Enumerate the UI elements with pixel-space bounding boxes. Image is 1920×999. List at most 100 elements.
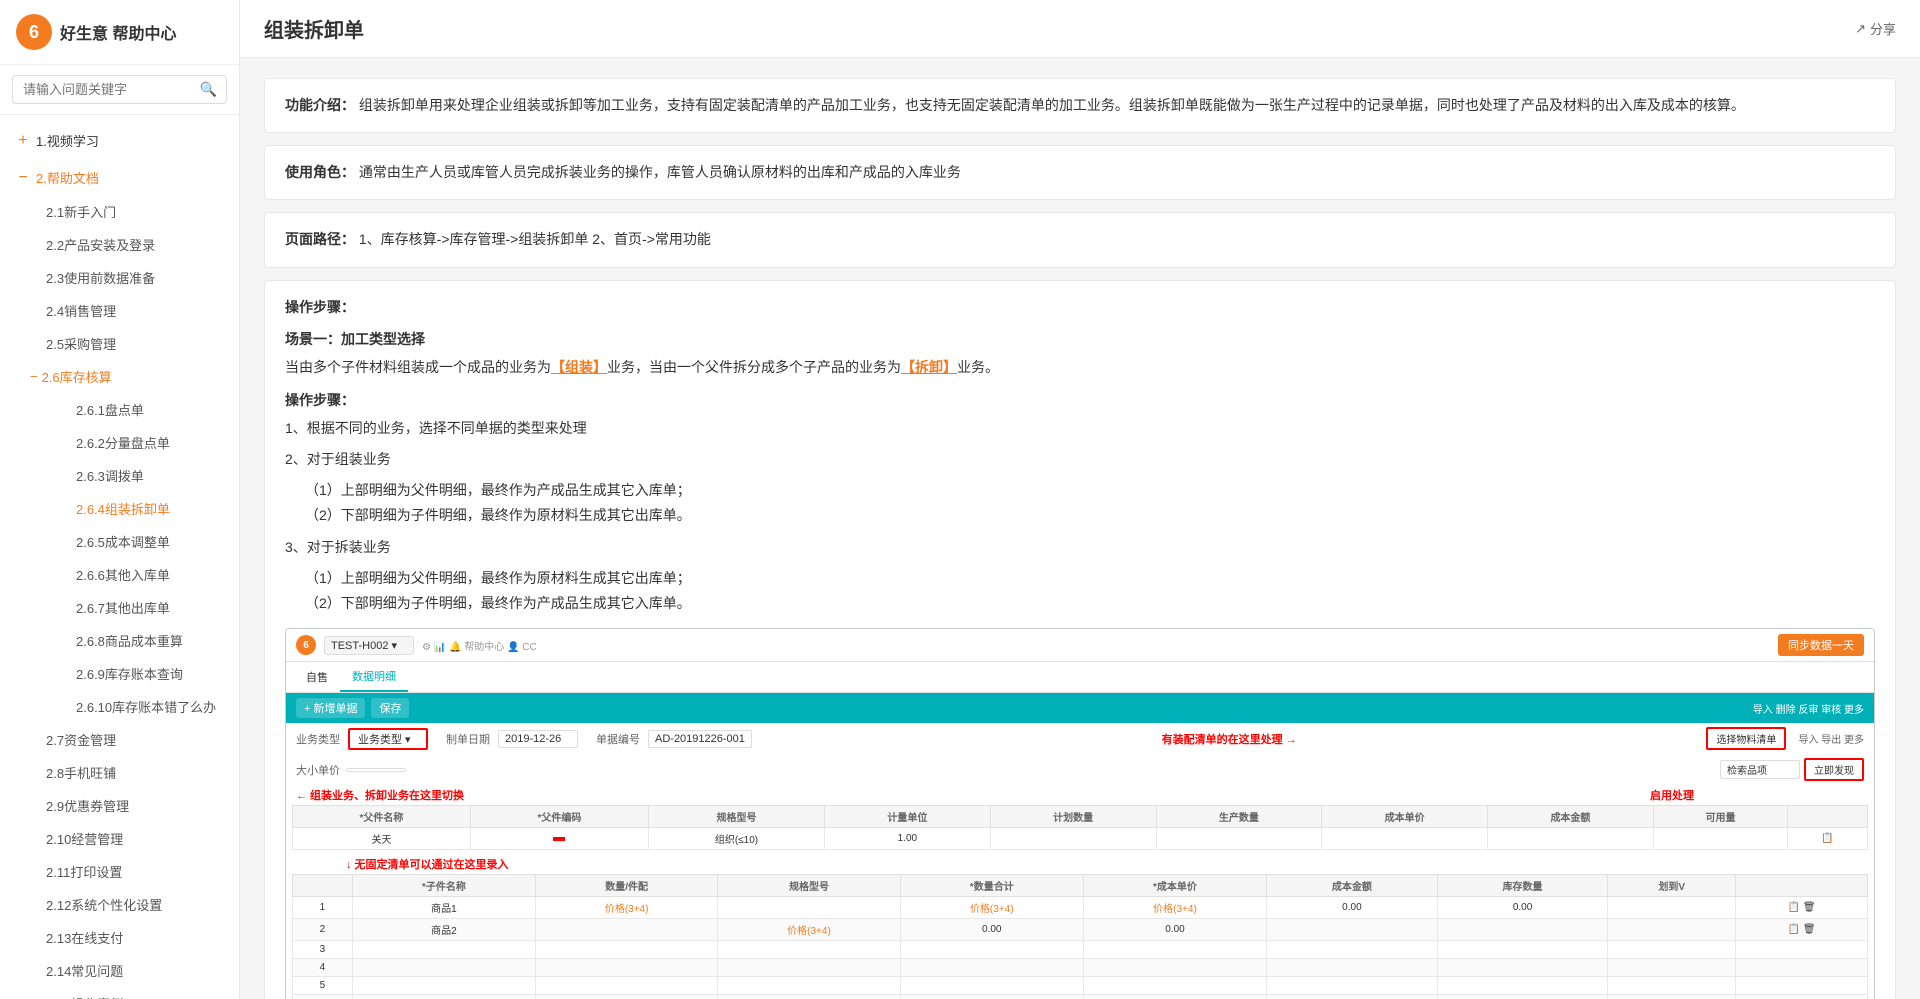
- th-cost-amount: 成本金额: [1488, 806, 1654, 828]
- expand-icon: +: [16, 134, 30, 148]
- sidebar-item-2-11[interactable]: 2.11打印设置: [30, 855, 239, 888]
- th-child-action: [1736, 875, 1868, 897]
- sidebar-item-2-14[interactable]: 2.14常见问题: [30, 954, 239, 987]
- child-table: *子件名称 数量/件配 规格型号 *数量合计 *成本单价 成本金额 库存数量 划…: [292, 874, 1868, 999]
- th-cost-price: 成本单价: [1322, 806, 1488, 828]
- cell-plan-qty: [990, 828, 1156, 850]
- child-table-row: 4: [293, 959, 1868, 977]
- main-area: 组装拆卸单 ↗ 分享 功能介绍： 组装拆卸单用来处理企业组装或拆卸等加工业务，支…: [240, 0, 1920, 999]
- sidebar-item-2-3[interactable]: 2.3使用前数据准备: [30, 261, 239, 294]
- select-bom-btn[interactable]: 选择物料清单: [1706, 727, 1786, 750]
- sidebar-item-2-6-8[interactable]: 2.6.8商品成本重算: [60, 624, 239, 657]
- sidebar-section-video: + 1.视频学习: [0, 123, 239, 158]
- share-icon: ↗: [1855, 21, 1866, 37]
- path-text: 页面路径： 1、库存核算->库存管理->组装拆卸单 2、首页->常用功能: [285, 227, 1875, 252]
- steps-title: 操作步骤：: [285, 297, 1875, 317]
- app-tab-home[interactable]: 自售: [294, 663, 340, 691]
- toolbar-save-btn[interactable]: 保存: [371, 698, 409, 718]
- th-child-name: *子件名称: [352, 875, 535, 897]
- step3: 3、对于拆装业务: [285, 535, 1875, 560]
- annotation-row: ← 组装业务、拆卸业务在这里切换 启用处理: [286, 785, 1874, 805]
- scene1-title: 场景一：加工类型选择: [285, 329, 1875, 349]
- step3-2: （2）下部明细为子件明细，最终作为产成品生成其它入库单。: [305, 591, 1875, 616]
- th-stock-qty: 库存数量: [1437, 875, 1608, 897]
- sidebar-item-2-13[interactable]: 2.13在线支付: [30, 921, 239, 954]
- sidebar-item-2-6-6[interactable]: 2.6.6其他入库单: [60, 558, 239, 591]
- cell-cost-price: [1322, 828, 1488, 850]
- sidebar-item-2-6-9[interactable]: 2.6.9库存账本查询: [60, 657, 239, 690]
- sidebar-search-area[interactable]: 🔍: [0, 65, 239, 115]
- sidebar-item-2-6[interactable]: 2.6库存核算: [42, 367, 112, 386]
- roles-card: 使用角色： 通常由生产人员或库管人员完成拆装业务的操作，库管人员确认原材料的出库…: [264, 145, 1896, 200]
- th-parent-code: *父件编码: [470, 806, 648, 828]
- sidebar-sub-2-6: 2.6.1盘点单 2.6.2分量盘点单 2.6.3调拨单 2.6.4组装拆卸单 …: [30, 393, 239, 723]
- sidebar-item-docs[interactable]: − 2.帮助文档: [0, 160, 239, 195]
- sidebar-item-2-8[interactable]: 2.8手机旺铺: [30, 756, 239, 789]
- steps-section: 操作步骤： 场景一：加工类型选择 当由多个子件材料组装成一个成品的业务为【组装】…: [264, 280, 1896, 999]
- th-avail: 可用量: [1653, 806, 1787, 828]
- parent-table-area: *父件名称 *父件编码 规格型号 计量单位 计划数量 生产数量 成本单价 成本金…: [286, 805, 1874, 854]
- sidebar-item-2-6-2[interactable]: 2.6.2分量盘点单: [60, 426, 239, 459]
- sidebar-item-2-10[interactable]: 2.10经营管理: [30, 822, 239, 855]
- sidebar-item-2-6-5[interactable]: 2.6.5成本调整单: [60, 525, 239, 558]
- sidebar-item-2-4[interactable]: 2.4销售管理: [30, 294, 239, 327]
- sidebar-logo: 6 好生意 帮助中心: [0, 0, 239, 65]
- sidebar: 6 好生意 帮助中心 🔍 + 1.视频学习 − 2.帮助文档 2.1新手入门 2…: [0, 0, 240, 999]
- page-title: 组装拆卸单: [264, 14, 364, 43]
- annotation-text3: 启用处理: [1650, 787, 1694, 803]
- child-table-row: 5: [293, 977, 1868, 995]
- disassemble-link: 【拆卸】: [901, 359, 957, 375]
- sidebar-item-2-12[interactable]: 2.12系统个性化设置: [30, 888, 239, 921]
- th-plan-qty: 计划数量: [990, 806, 1156, 828]
- step3-1: （1）上部明细为父件明细，最终作为原材料生成其它出库单；: [305, 566, 1875, 591]
- sidebar-item-2-2[interactable]: 2.2产品安装及登录: [30, 228, 239, 261]
- sync-btn[interactable]: 同步数据一天: [1778, 634, 1864, 656]
- logo-label: 好生意 帮助中心: [60, 20, 176, 44]
- sidebar-item-2-1[interactable]: 2.1新手入门: [30, 195, 239, 228]
- form-date-label: 制单日期: [446, 731, 490, 747]
- sidebar-item-2-6-1[interactable]: 2.6.1盘点单: [60, 393, 239, 426]
- toolbar-new-btn[interactable]: + 新增单据: [296, 698, 365, 718]
- step2-1: （1）上部明细为父件明细，最终作为产成品生成其它入库单；: [305, 478, 1875, 503]
- collapse-icon: −: [16, 171, 30, 185]
- th-spec: 规格型号: [648, 806, 824, 828]
- sidebar-item-2-6-4[interactable]: 2.6.4组装拆卸单: [60, 492, 239, 525]
- sidebar-item-2-7[interactable]: 2.7资金管理: [30, 723, 239, 756]
- annotation-text2: ← 组装业务、拆卸业务在这里切换: [296, 790, 464, 802]
- app-tab-detail[interactable]: 数据明细: [340, 662, 408, 692]
- annotation-text4: ↓ 无固定清单可以通过在这里录入: [286, 854, 1874, 874]
- app-logo-small: 6: [296, 635, 316, 655]
- form-type-field[interactable]: 业务类型 ▾: [348, 728, 428, 750]
- step2-2: （2）下部明细为子件明细，最终作为原材料生成其它出库单。: [305, 503, 1875, 528]
- sidebar-item-2-15[interactable]: 2.15操作案例: [30, 987, 239, 999]
- child-table-row: 1 商品1 价格(3+4) 价格(3+4) 价格(3+4) 0.00 0.00: [293, 897, 1868, 919]
- intro-card: 功能介绍： 组装拆卸单用来处理企业组装或拆卸等加工业务，支持有固定装配清单的产品…: [264, 78, 1896, 133]
- sidebar-item-2-6-3[interactable]: 2.6.3调拨单: [60, 459, 239, 492]
- th-qty-total: *数量合计: [900, 875, 1083, 897]
- more-actions: 导入 导出 更多: [1798, 731, 1864, 746]
- child-table-row: 6: [293, 995, 1868, 999]
- th-child-spec: 规格型号: [718, 875, 900, 897]
- main-content: 功能介绍： 组装拆卸单用来处理企业组装或拆卸等加工业务，支持有固定装配清单的产品…: [240, 58, 1920, 999]
- cell-prod-qty: [1156, 828, 1322, 850]
- sidebar-section-docs: − 2.帮助文档 2.1新手入门 2.2产品安装及登录 2.3使用前数据准备 2…: [0, 160, 239, 999]
- cell-parent-name: 关天: [293, 828, 471, 850]
- main-header: 组装拆卸单 ↗ 分享: [240, 0, 1920, 58]
- sidebar-item-2-9[interactable]: 2.9优惠券管理: [30, 789, 239, 822]
- search-field[interactable]: 检索品项: [1720, 760, 1800, 779]
- sidebar-item-2-5[interactable]: 2.5采购管理: [30, 327, 239, 360]
- sidebar-item-video[interactable]: + 1.视频学习: [0, 123, 239, 158]
- child-table-row: 2 商品2 价格(3+4) 0.00 0.00 📋 🗑: [293, 919, 1868, 941]
- confirm-btn[interactable]: 立即发现: [1804, 758, 1864, 781]
- cell-spec: 组织(≤10): [648, 828, 824, 850]
- form-date-field[interactable]: 2019-12-26: [498, 730, 578, 748]
- sidebar-item-2-6-10[interactable]: 2.6.10库存账本错了么办: [60, 690, 239, 723]
- form-field2[interactable]: [346, 768, 406, 772]
- sidebar-item-2-6-7[interactable]: 2.6.7其他出库单: [60, 591, 239, 624]
- th-qty-ratio: 数量/件配: [535, 875, 717, 897]
- search-input[interactable]: [12, 75, 227, 104]
- form-num-field[interactable]: AD-20191226-001: [648, 730, 752, 748]
- logo-icon: 6: [16, 14, 52, 50]
- th-unit: 计量单位: [825, 806, 991, 828]
- share-button[interactable]: ↗ 分享: [1855, 19, 1896, 38]
